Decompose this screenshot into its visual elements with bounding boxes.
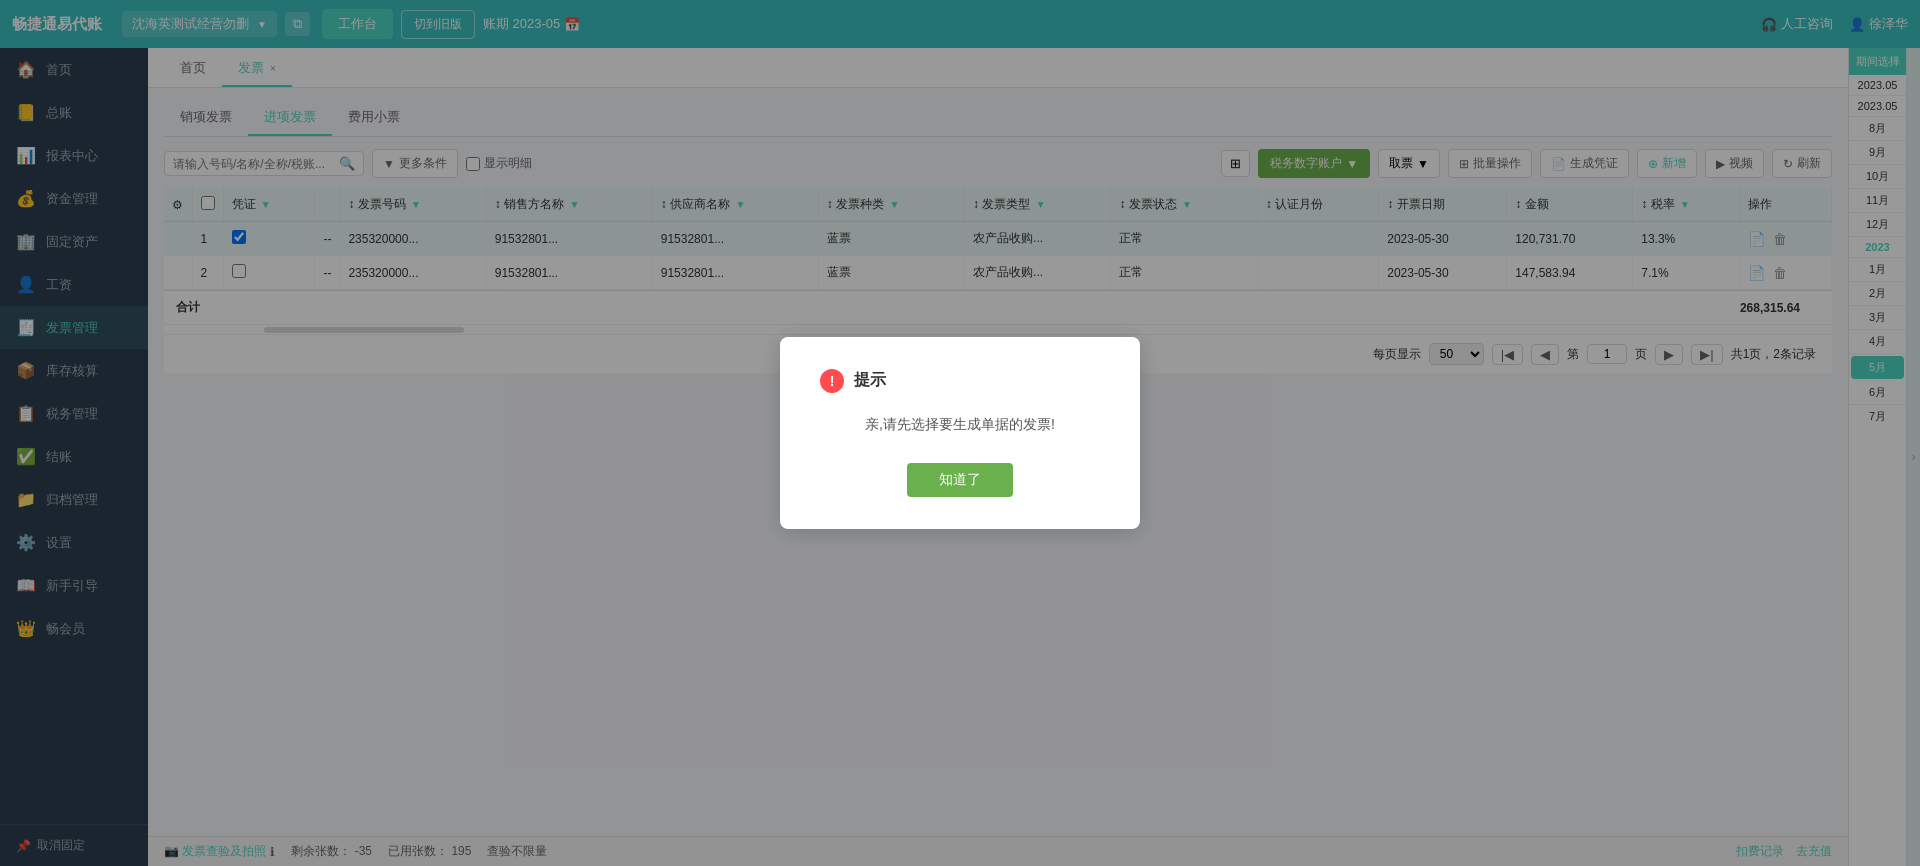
modal-footer: 知道了 [820, 463, 1100, 497]
modal-dialog: ! 提示 亲,请先选择要生成单据的发票! 知道了 [780, 337, 1140, 529]
modal-overlay: ! 提示 亲,请先选择要生成单据的发票! 知道了 [0, 0, 1920, 866]
modal-title: 提示 [854, 370, 886, 391]
confirm-button[interactable]: 知道了 [907, 463, 1013, 497]
modal-body: 亲,请先选择要生成单据的发票! [820, 413, 1100, 435]
warning-icon: ! [820, 369, 844, 393]
modal-header: ! 提示 [820, 369, 1100, 393]
